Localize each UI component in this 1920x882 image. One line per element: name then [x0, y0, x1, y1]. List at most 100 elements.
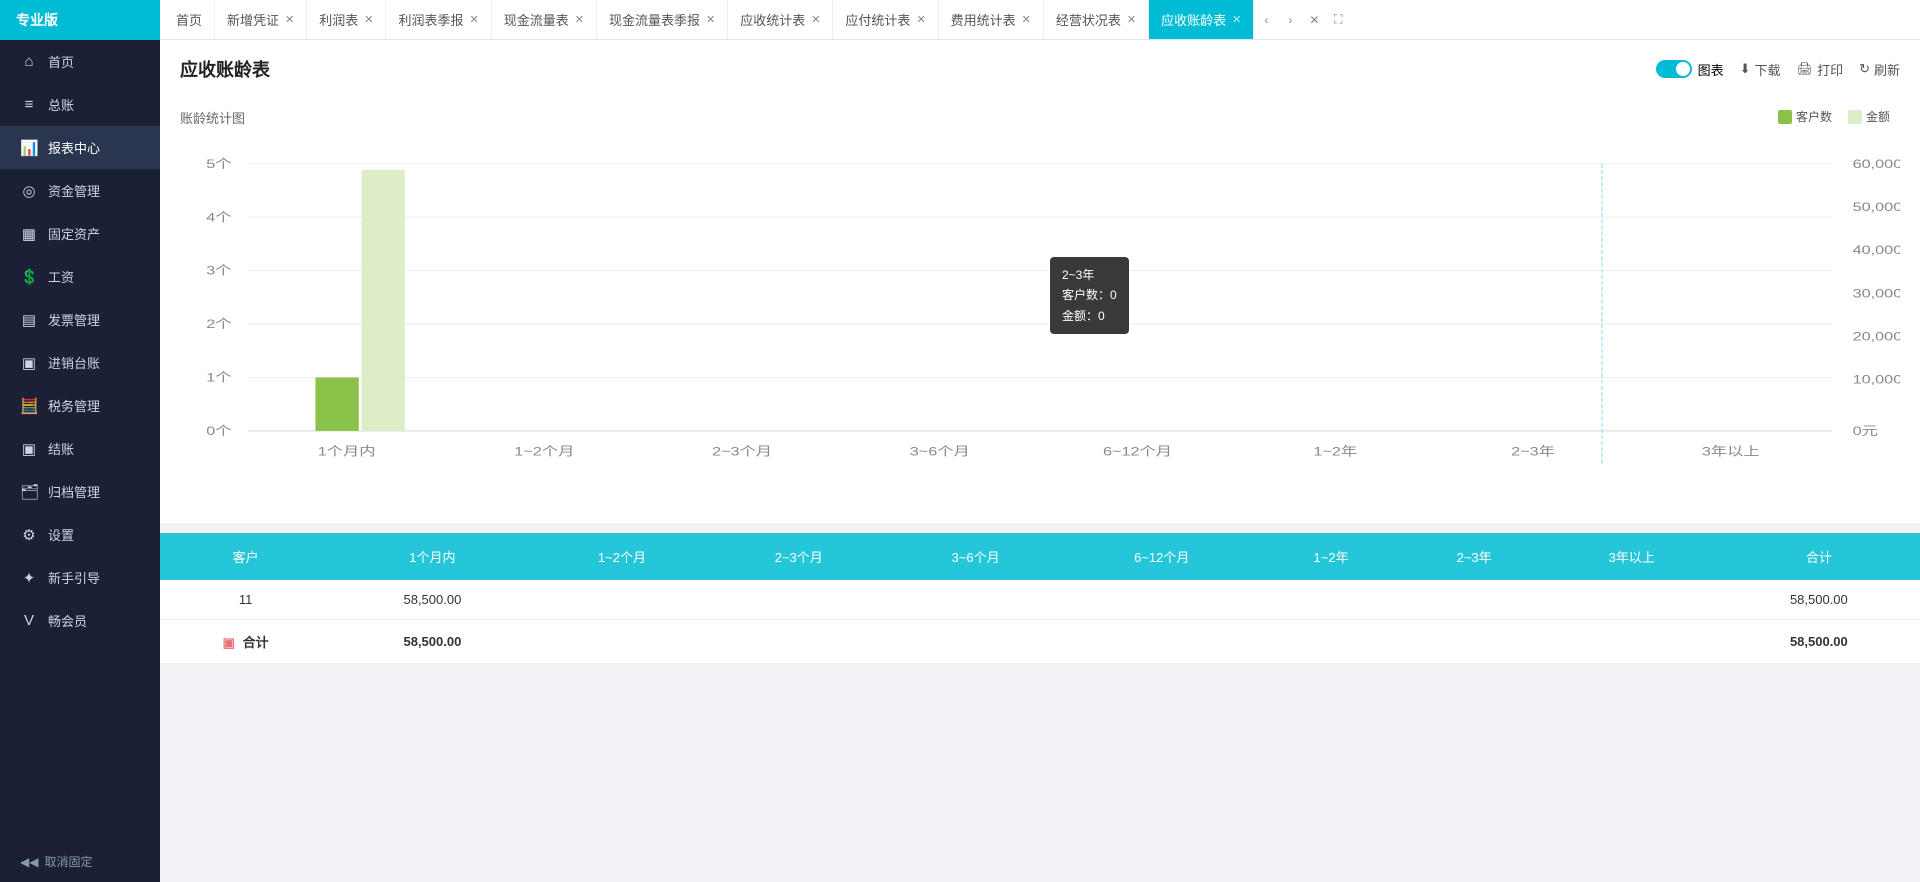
tab-ar-aging[interactable]: 应收账龄表 ✕: [1149, 0, 1254, 40]
svg-text:1个: 1个: [206, 370, 231, 385]
tab-cashflow-quarter-close[interactable]: ✕: [706, 13, 715, 26]
tab-voucher-label: 新增凭证: [227, 10, 279, 29]
sidebar-item-inventory[interactable]: ▣ 进销台账: [0, 341, 160, 384]
download-button[interactable]: ⬇ 下载: [1740, 60, 1781, 79]
sidebar-item-guide[interactable]: ✦ 新手引导: [0, 556, 160, 599]
funds-icon: ◎: [20, 182, 38, 200]
sidebar-item-label: 结账: [48, 439, 74, 458]
tab-cashflow-close[interactable]: ✕: [575, 13, 584, 26]
sidebar-item-assets[interactable]: ▦ 固定资产: [0, 212, 160, 255]
download-icon: ⬇: [1740, 61, 1751, 77]
col-year1-2: 1~2年: [1260, 533, 1403, 580]
sidebar-item-salary[interactable]: 💲 工资: [0, 255, 160, 298]
col-year3plus: 3年以上: [1546, 533, 1718, 580]
chart-svg: 5个 4个 3个 2个 1个 0个 60,000.00元 50,000.00元 …: [180, 137, 1900, 507]
sidebar-item-funds[interactable]: ◎ 资金管理: [0, 169, 160, 212]
cell-year1-2: [1260, 580, 1403, 620]
sidebar-item-archive[interactable]: 🗂 归档管理: [0, 470, 160, 513]
tab-scroll-left[interactable]: ‹: [1254, 0, 1278, 40]
gear-icon: ⚙: [20, 526, 38, 544]
tab-ap-stat-label: 应付统计表: [845, 10, 910, 29]
bar-customer-month1[interactable]: [315, 378, 358, 431]
sidebar-item-closing[interactable]: ▣ 结账: [0, 427, 160, 470]
chart-toggle[interactable]: [1656, 60, 1692, 78]
tab-expense-stat[interactable]: 费用统计表 ✕: [939, 0, 1044, 40]
sidebar-item-label: 工资: [48, 267, 74, 286]
sidebar-item-tax[interactable]: 🧮 税务管理: [0, 384, 160, 427]
tab-expense-stat-label: 费用统计表: [951, 10, 1016, 29]
table-header-row: 客户 1个月内 1~2个月 2~3个月 3~6个月 6~12个月 1~2年 2~…: [160, 533, 1920, 580]
closing-icon: ▣: [20, 440, 38, 458]
total-year1-2: [1260, 620, 1403, 664]
tab-operation[interactable]: 经营状况表 ✕: [1044, 0, 1149, 40]
tab-home[interactable]: 首页: [164, 0, 215, 40]
tab-profit-quarter[interactable]: 利润表季报 ✕: [386, 0, 491, 40]
sidebar-item-label: 报表中心: [48, 138, 100, 157]
chart-container: 5个 4个 3个 2个 1个 0个 60,000.00元 50,000.00元 …: [180, 137, 1900, 507]
tab-profit-close[interactable]: ✕: [364, 13, 373, 26]
col-year2-3: 2~3年: [1403, 533, 1546, 580]
tab-operation-label: 经营状况表: [1056, 10, 1121, 29]
tab-home-label: 首页: [176, 10, 202, 29]
tab-ar-stat-close[interactable]: ✕: [811, 13, 820, 26]
sidebar-item-label: 资金管理: [48, 181, 100, 200]
sidebar-item-label: 税务管理: [48, 396, 100, 415]
tab-scroll-right[interactable]: ›: [1278, 0, 1302, 40]
tab-ap-stat[interactable]: 应付统计表 ✕: [833, 0, 938, 40]
ledger-icon: ≡: [20, 96, 38, 113]
tab-close-current[interactable]: ✕: [1302, 0, 1326, 40]
tab-ar-stat[interactable]: 应收统计表 ✕: [728, 0, 833, 40]
svg-text:60,000.00元: 60,000.00元: [1853, 158, 1900, 172]
sidebar: 专业版 ⌂ 首页 ≡ 总账 📊 报表中心 ◎ 资金管理 ▦ 固定资产 💲 工资 …: [0, 0, 160, 882]
tab-profit-label: 利润表: [319, 10, 358, 29]
sidebar-item-invoice[interactable]: ▤ 发票管理: [0, 298, 160, 341]
refresh-button[interactable]: ↻ 刷新: [1859, 60, 1900, 79]
cell-month2-3: [710, 580, 887, 620]
sidebar-logo: 专业版: [0, 0, 160, 40]
svg-text:1~2年: 1~2年: [1313, 444, 1357, 459]
svg-text:40,000.00元: 40,000.00元: [1853, 244, 1900, 258]
table-total-row: ▣ 合计 58,500.00 58,500.00: [160, 620, 1920, 664]
cell-year2-3: [1403, 580, 1546, 620]
total-month1-2: [534, 620, 711, 664]
report-icon: 📊: [20, 139, 38, 157]
sidebar-item-vip[interactable]: V 畅会员: [0, 599, 160, 642]
download-label: 下载: [1755, 60, 1781, 79]
chart-title: 账龄统计图: [180, 108, 1900, 127]
page-title: 应收账龄表: [180, 56, 270, 82]
svg-text:4个: 4个: [206, 210, 231, 225]
svg-text:6~12个月: 6~12个月: [1103, 444, 1172, 459]
svg-text:3年以上: 3年以上: [1702, 444, 1760, 459]
tax-icon: 🧮: [20, 397, 38, 415]
sidebar-item-ledger[interactable]: ≡ 总账: [0, 83, 160, 126]
total-month2-3: [710, 620, 887, 664]
tab-expense-stat-close[interactable]: ✕: [1022, 13, 1031, 26]
sidebar-pin-toggle[interactable]: ◀◀ 取消固定: [0, 841, 160, 882]
table-row: 11 58,500.00 58,500.00: [160, 580, 1920, 620]
col-month1: 1个月内: [331, 533, 533, 580]
tab-voucher[interactable]: 新增凭证 ✕: [215, 0, 307, 40]
tab-profit-quarter-close[interactable]: ✕: [470, 13, 479, 26]
page-actions: 图表 ⬇ 下载 🖨 打印 ↻ 刷新: [1656, 60, 1900, 79]
col-total: 合计: [1718, 533, 1920, 580]
print-button[interactable]: 🖨 打印: [1797, 60, 1844, 79]
tab-voucher-close[interactable]: ✕: [285, 13, 294, 26]
sidebar-item-report[interactable]: 📊 报表中心: [0, 126, 160, 169]
sidebar-item-label: 总账: [48, 95, 74, 114]
sidebar-item-settings[interactable]: ⚙ 设置: [0, 513, 160, 556]
tab-ar-aging-close[interactable]: ✕: [1232, 13, 1241, 26]
tab-ap-stat-close[interactable]: ✕: [916, 13, 925, 26]
cell-year3plus: [1546, 580, 1718, 620]
tab-cashflow-quarter[interactable]: 现金流量表季报 ✕: [597, 0, 728, 40]
tab-cashflow[interactable]: 现金流量表 ✕: [492, 0, 597, 40]
print-label: 打印: [1817, 60, 1843, 79]
inventory-icon: ▣: [20, 354, 38, 372]
col-month1-2: 1~2个月: [534, 533, 711, 580]
chart-toggle-wrap[interactable]: 图表: [1656, 60, 1724, 79]
tab-profit[interactable]: 利润表 ✕: [307, 0, 386, 40]
tab-operation-close[interactable]: ✕: [1127, 13, 1136, 26]
tab-maximize[interactable]: ⛶: [1326, 0, 1350, 40]
sidebar-item-label: 归档管理: [48, 482, 100, 501]
sidebar-item-home[interactable]: ⌂ 首页: [0, 40, 160, 83]
bar-amount-month1[interactable]: [361, 170, 404, 431]
